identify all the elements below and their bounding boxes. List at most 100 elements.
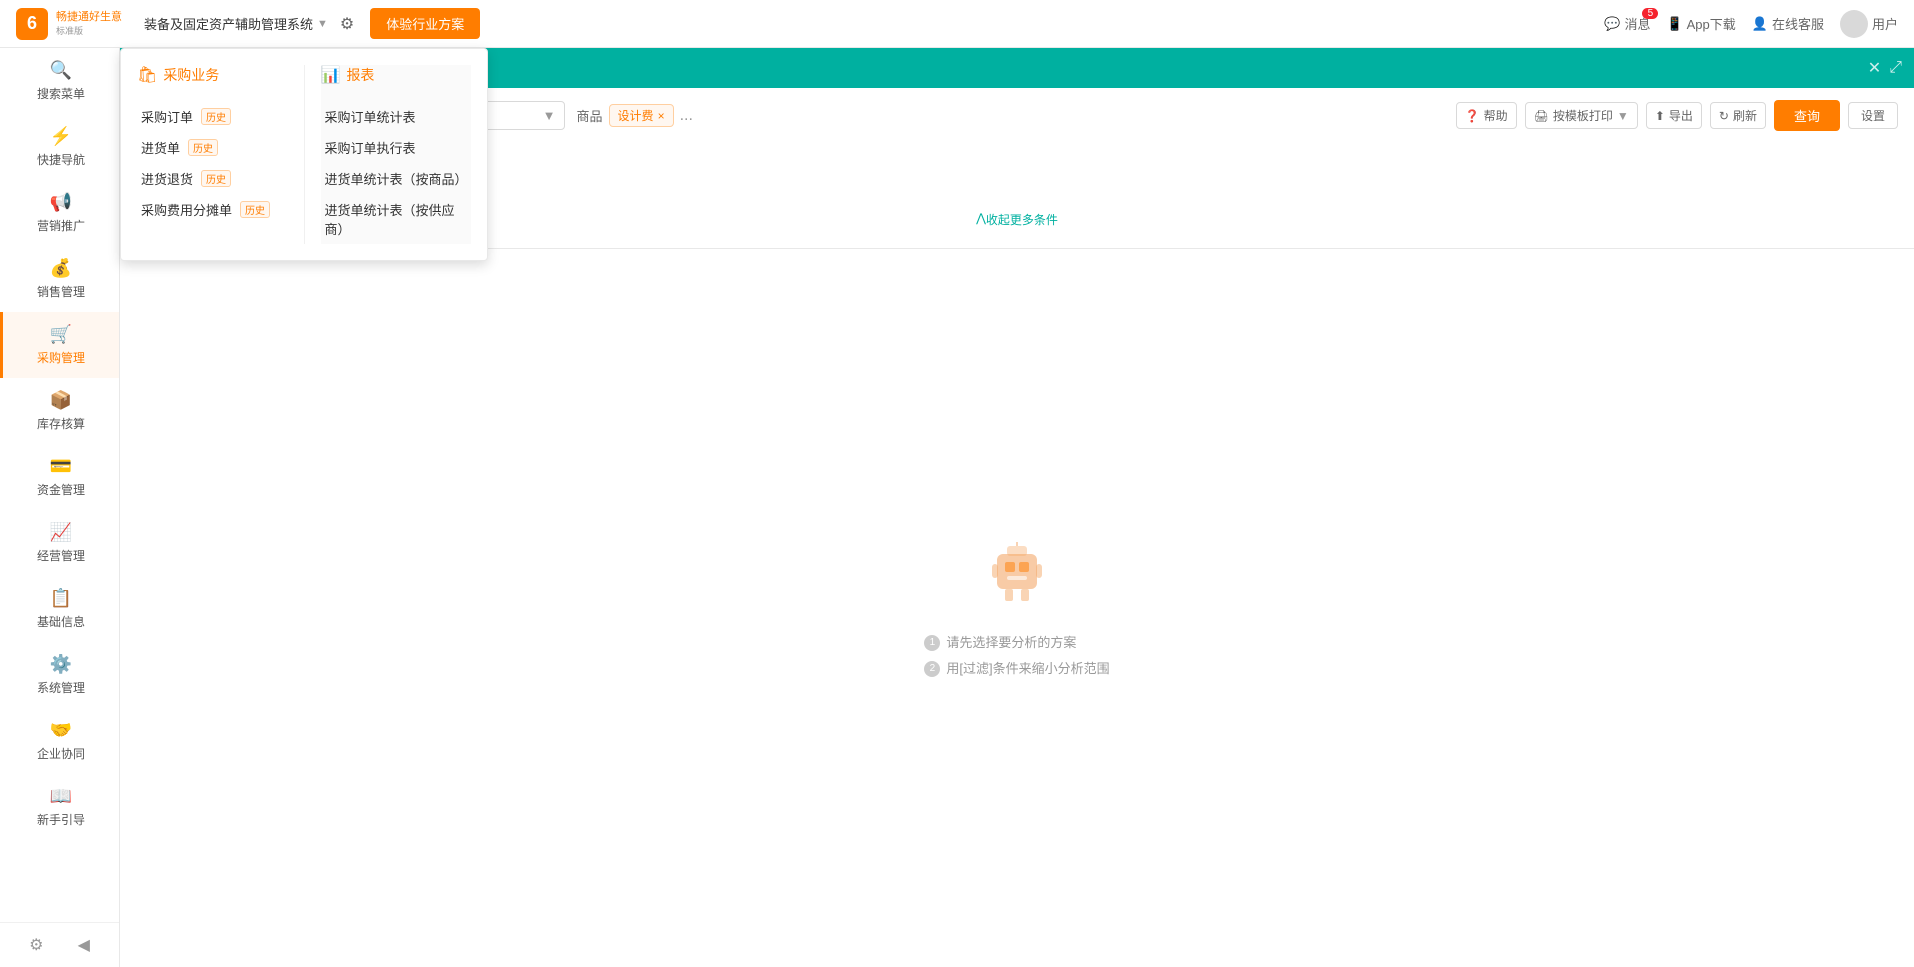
- message-icon-item[interactable]: 💬 消息 5: [1604, 14, 1650, 33]
- logo-area: 6 畅捷通好生意 标准版: [16, 8, 136, 40]
- menu-section1-title: 🛍 采购业务: [137, 65, 288, 89]
- menu-section-report: 📊 报表 采购订单统计表 采购订单执行表 进货单统计表（按商品） 进货单统计表（…: [321, 65, 472, 244]
- top-header: 6 畅捷通好生意 标准版 装备及固定资产辅助管理系统 ▼ ⚙ 体验行业方案 💬 …: [0, 0, 1914, 48]
- collapse-icon: ⋀: [976, 211, 986, 228]
- refresh-btn[interactable]: ↻ 刷新: [1710, 102, 1766, 129]
- sidebar-item-label-purchase: 采购管理: [37, 349, 85, 366]
- menu-item-receiving-stats-goods-label: 进货单统计表（按商品）: [325, 169, 468, 188]
- tab-expand-btn[interactable]: ⤢: [1889, 59, 1902, 77]
- sidebar-item-operation[interactable]: 📈 经营管理: [0, 510, 119, 576]
- empty-hint-2: 用[过滤]条件来缩小分析范围: [946, 656, 1109, 682]
- system-title-area: 装备及固定资产辅助管理系统 ▼ ⚙ 体验行业方案: [144, 8, 1604, 39]
- toolbar-right: ❓ 帮助 🖨 按模板打印 ▼ ⬆ 导出 ↻: [1456, 100, 1898, 131]
- goods-tag-text: 设计费: [618, 107, 654, 124]
- menu-item-receiving-label: 进货单: [141, 138, 180, 157]
- sidebar-item-label-sales: 销售管理: [37, 283, 85, 300]
- empty-num-2: 2: [924, 661, 940, 677]
- sidebar-item-inventory[interactable]: 📦 库存核算: [0, 378, 119, 444]
- menu-item-receiving-stats-supplier-label: 进货单统计表（按供应商）: [325, 200, 468, 238]
- operation-icon: 📈: [50, 522, 72, 543]
- sidebar-item-marketing[interactable]: 📢 营销推广: [0, 180, 119, 246]
- sidebar-item-search[interactable]: 🔍 搜索菜单: [0, 48, 119, 114]
- refresh-icon: ↻: [1719, 109, 1729, 123]
- user-label: 用户: [1872, 14, 1898, 33]
- sidebar: 🔍 搜索菜单 ⚡ 快捷导航 📢 营销推广 💰 销售管理 🛒 采购管理 📦 库存核…: [0, 48, 120, 967]
- message-icon: 💬: [1604, 16, 1620, 32]
- sidebar-item-label-marketing: 营销推广: [37, 217, 85, 234]
- system-dropdown-arrow[interactable]: ▼: [317, 18, 328, 30]
- goods-dots[interactable]: ...: [680, 107, 693, 125]
- menu-section1-title-text: 采购业务: [163, 65, 219, 85]
- menu-item-return[interactable]: 进货退货 历史: [137, 163, 288, 194]
- sidebar-item-label-system: 系统管理: [37, 679, 85, 696]
- menu-item-receiving[interactable]: 进货单 历史: [137, 132, 288, 163]
- sidebar-item-sales[interactable]: 💰 销售管理: [0, 246, 119, 312]
- menu-item-receiving-stats-supplier[interactable]: 进货单统计表（按供应商）: [321, 194, 472, 244]
- service-label: 在线客服: [1772, 14, 1824, 33]
- print-arrow: ▼: [1617, 109, 1629, 123]
- goods-tag[interactable]: 设计费 ×: [609, 104, 674, 127]
- industry-btn[interactable]: 体验行业方案: [370, 8, 480, 39]
- report-section-icon: 📊: [321, 65, 341, 85]
- sidebar-collapse-icon[interactable]: ◀: [78, 935, 90, 955]
- basic-icon: 📋: [50, 588, 72, 609]
- print-label: 按模板打印: [1553, 107, 1613, 124]
- refresh-label: 刷新: [1733, 107, 1757, 124]
- sidebar-item-cooperation[interactable]: 🤝 企业协同: [0, 708, 119, 774]
- app-label: App下载: [1687, 14, 1736, 33]
- app-download-item[interactable]: 📱 App下载: [1666, 14, 1735, 33]
- purchase-icon: 🛒: [50, 324, 72, 345]
- logo-text: 畅捷通好生意: [56, 10, 122, 24]
- service-icon: 👤: [1752, 16, 1768, 32]
- sidebar-item-quicknav[interactable]: ⚡ 快捷导航: [0, 114, 119, 180]
- menu-item-order-exec-label: 采购订单执行表: [325, 138, 416, 157]
- help-btn[interactable]: ❓ 帮助: [1456, 102, 1517, 129]
- print-icon: 🖨: [1534, 109, 1549, 123]
- sidebar-bottom: ⚙ ◀: [0, 922, 119, 967]
- sidebar-item-guide[interactable]: 📖 新手引导: [0, 774, 119, 840]
- menu-divider: [304, 65, 305, 244]
- marketing-icon: 📢: [50, 192, 72, 213]
- finance-icon: 💳: [50, 456, 72, 477]
- quicknav-icon: ⚡: [50, 126, 72, 147]
- menu-section2-title-text: 报表: [346, 65, 374, 85]
- sales-icon: 💰: [50, 258, 72, 279]
- sidebar-item-label-cooperation: 企业协同: [37, 745, 85, 762]
- online-service-item[interactable]: 👤 在线客服: [1752, 14, 1824, 33]
- export-icon: ⬆: [1655, 109, 1665, 123]
- print-btn[interactable]: 🖨 按模板打印 ▼: [1525, 102, 1638, 129]
- settings-btn[interactable]: 设置: [1848, 102, 1898, 129]
- sidebar-item-basic[interactable]: 📋 基础信息: [0, 576, 119, 642]
- query-btn[interactable]: 查询: [1774, 100, 1840, 131]
- sidebar-settings-icon[interactable]: ⚙: [29, 935, 43, 955]
- sidebar-item-label-operation: 经营管理: [37, 547, 85, 564]
- tab-close-btn[interactable]: ✕: [1868, 58, 1881, 78]
- settings-icon[interactable]: ⚙: [340, 14, 354, 34]
- menu-item-purchase-order-label: 采购订单: [141, 107, 193, 126]
- empty-state: 1 请先选择要分析的方案 2 用[过滤]条件来缩小分析范围: [120, 249, 1914, 967]
- sidebar-item-label-finance: 资金管理: [37, 481, 85, 498]
- menu-item-order-stats[interactable]: 采购订单统计表: [321, 101, 472, 132]
- system-title-text: 装备及固定资产辅助管理系统: [144, 14, 313, 33]
- goods-tag-remove[interactable]: ×: [658, 109, 665, 123]
- message-badge: 5: [1642, 8, 1658, 19]
- sidebar-item-finance[interactable]: 💳 资金管理: [0, 444, 119, 510]
- export-label: 导出: [1669, 107, 1693, 124]
- export-btn[interactable]: ⬆ 导出: [1646, 102, 1702, 129]
- sidebar-item-purchase[interactable]: 🛒 采购管理: [0, 312, 119, 378]
- sidebar-item-label-search: 搜索菜单: [37, 85, 85, 102]
- cooperation-icon: 🤝: [50, 720, 72, 741]
- user-item[interactable]: 用户: [1840, 10, 1898, 38]
- sidebar-item-label-guide: 新手引导: [37, 811, 85, 828]
- sidebar-item-system[interactable]: ⚙️ 系统管理: [0, 642, 119, 708]
- menu-item-order-exec[interactable]: 采购订单执行表: [321, 132, 472, 163]
- menu-item-receiving-stats-goods[interactable]: 进货单统计表（按商品）: [321, 163, 472, 194]
- guide-icon: 📖: [50, 786, 72, 807]
- goods-label: 商品: [577, 106, 603, 125]
- logo-badge: 标准版: [56, 24, 122, 37]
- menu-item-purchase-order[interactable]: 采购订单 历史: [137, 101, 288, 132]
- menu-section-purchase: 🛍 采购业务 采购订单 历史 进货单 历史 进货退货 历史 采购费用分摊单 历史: [137, 65, 288, 244]
- inventory-icon: 📦: [50, 390, 72, 411]
- return-badge: 历史: [201, 170, 231, 187]
- menu-item-expense[interactable]: 采购费用分摊单 历史: [137, 194, 288, 225]
